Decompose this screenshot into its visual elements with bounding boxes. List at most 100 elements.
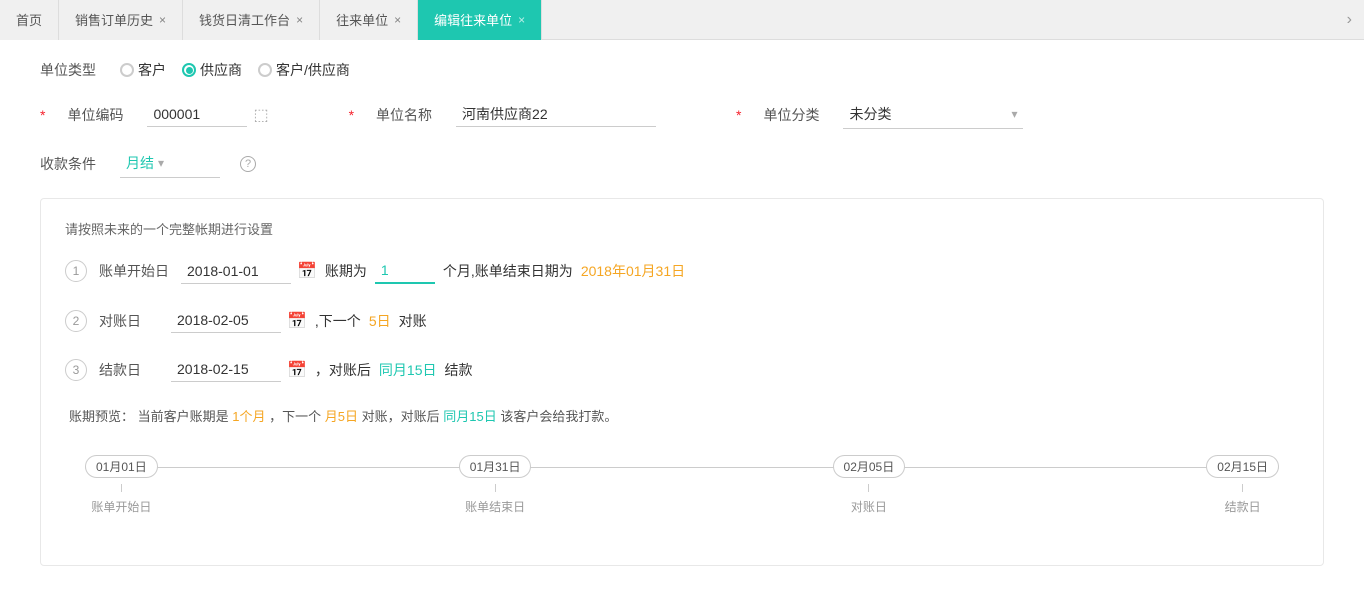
main-content: 单位类型 客户 供应商 客户/供应商 * 单位编码 ⬚ * 单位名称 — [0, 40, 1364, 608]
timeline-point-2: 02月05日 对账日 — [833, 455, 906, 515]
tab-sales-history-label: 销售订单历史 — [75, 10, 153, 29]
unit-cat-value: 未分类 — [849, 104, 891, 124]
step-1-date-wrapper: 📅 — [181, 259, 317, 284]
timeline-tick-3 — [1242, 484, 1243, 492]
step-1-date-input[interactable] — [181, 259, 291, 284]
radio-both-circle — [258, 63, 272, 77]
tab-cash-work-label: 钱货日清工作台 — [199, 10, 290, 29]
unit-name-wrapper — [456, 102, 656, 127]
tab-partner-label: 往来单位 — [336, 10, 388, 29]
preview-text-1: 当前客户账期是 — [138, 409, 229, 424]
step-3-content: 📅 ，对账后 同月15日 结款 — [171, 357, 473, 382]
step-3-calendar-icon[interactable]: 📅 — [287, 360, 307, 380]
timeline-tick-2 — [868, 484, 869, 492]
radio-customer-label: 客户 — [138, 60, 166, 80]
unit-name-input[interactable] — [456, 102, 656, 127]
unit-cat-star: * — [736, 107, 741, 123]
step-2-row: 2 对账日 📅 ,下一个 5日 对账 — [65, 308, 1299, 333]
unit-code-star: * — [40, 107, 45, 123]
radio-supplier-label: 供应商 — [200, 60, 242, 80]
account-period-section: 请按照未来的一个完整帐期进行设置 1 账单开始日 📅 账期为 个月,账单结束日期… — [40, 198, 1324, 566]
tab-cash-work[interactable]: 钱货日清工作台 × — [183, 0, 320, 40]
timeline-desc-1: 账单结束日 — [465, 498, 525, 515]
payment-terms-row: 收款条件 月结 ▾ ? — [40, 149, 1324, 178]
radio-supplier[interactable]: 供应商 — [182, 60, 242, 80]
unit-cat-arrow: ▾ — [1011, 107, 1017, 121]
tab-sales-history[interactable]: 销售订单历史 × — [59, 0, 183, 40]
payment-help-icon[interactable]: ? — [240, 156, 256, 172]
timeline-label-3: 02月15日 — [1206, 455, 1279, 478]
tab-partner-close[interactable]: × — [394, 13, 401, 27]
unit-code-wrapper: ⬚ — [147, 102, 268, 127]
radio-customer-circle — [120, 63, 134, 77]
timeline-area: 01月01日 账单开始日 01月31日 账单结束日 02月05日 对账日 02月… — [65, 445, 1299, 545]
step-2-number: 2 — [65, 310, 87, 332]
preview-highlight-3: 同月15日 — [443, 409, 496, 424]
step-3-highlight: 同月15日 — [379, 360, 437, 380]
step-2-date-input[interactable] — [171, 308, 281, 333]
step-2-content: 📅 ,下一个 5日 对账 — [171, 308, 427, 333]
step-3-label: 结款日 — [99, 360, 159, 380]
step-3-number: 3 — [65, 359, 87, 381]
unit-name-label: 单位名称 — [376, 105, 436, 125]
step-2-date-wrapper: 📅 — [171, 308, 307, 333]
step-1-number: 1 — [65, 260, 87, 282]
unit-name-star: * — [349, 107, 354, 123]
step-1-suffix-before: 账期为 — [325, 261, 367, 281]
radio-group: 客户 供应商 客户/供应商 — [120, 60, 350, 80]
step-1-highlight-date: 2018年01月31日 — [581, 261, 685, 281]
timeline-label-0: 01月01日 — [85, 455, 158, 478]
tab-edit-partner-close[interactable]: × — [518, 13, 525, 27]
radio-customer[interactable]: 客户 — [120, 60, 166, 80]
tab-edit-partner[interactable]: 编辑往来单位 × — [418, 0, 542, 40]
timeline-point-1: 01月31日 账单结束日 — [459, 455, 532, 515]
preview-text-4: 该客户会给我打款。 — [500, 409, 617, 424]
timeline-tick-0 — [121, 484, 122, 492]
timeline-label-2: 02月05日 — [833, 455, 906, 478]
step-2-suffix-after: 对账 — [399, 311, 427, 331]
unit-code-input[interactable] — [147, 102, 247, 127]
step-2-calendar-icon[interactable]: 📅 — [287, 311, 307, 331]
preview-label: 账期预览： — [69, 409, 134, 424]
timeline-tick-1 — [495, 484, 496, 492]
unit-cat-select[interactable]: 未分类 ▾ — [843, 100, 1023, 129]
timeline-points: 01月01日 账单开始日 01月31日 账单结束日 02月05日 对账日 02月… — [85, 455, 1279, 515]
step-1-row: 1 账单开始日 📅 账期为 个月,账单结束日期为 2018年01月31日 — [65, 258, 1299, 284]
tab-home-label: 首页 — [16, 10, 42, 29]
unit-cat-label: 单位分类 — [763, 105, 823, 125]
period-input[interactable] — [375, 258, 435, 284]
tab-sales-history-close[interactable]: × — [159, 13, 166, 27]
timeline-desc-3: 结款日 — [1225, 498, 1261, 515]
preview-text-3: 对账，对账后 — [362, 409, 440, 424]
payment-terms-value: 月结 — [126, 153, 154, 173]
step-3-date-wrapper: 📅 — [171, 357, 307, 382]
tab-cash-work-close[interactable]: × — [296, 13, 303, 27]
tab-home[interactable]: 首页 — [0, 0, 59, 40]
unit-type-row: 单位类型 客户 供应商 客户/供应商 — [40, 60, 1324, 80]
tabs-arrow[interactable]: › — [1335, 11, 1364, 29]
radio-both[interactable]: 客户/供应商 — [258, 60, 350, 80]
tabs-bar: 首页 销售订单历史 × 钱货日清工作台 × 往来单位 × 编辑往来单位 × › — [0, 0, 1364, 40]
preview-highlight-2: 月5日 — [325, 409, 358, 424]
step-3-suffix-before: ，对账后 — [315, 360, 371, 380]
preview-text: 账期预览： 当前客户账期是 1个月 ，下一个 月5日 对账，对账后 同月15日 … — [65, 406, 1299, 425]
step-2-suffix-before: ,下一个 — [315, 311, 361, 331]
unit-code-copy-icon[interactable]: ⬚ — [253, 105, 268, 125]
section-title: 请按照未来的一个完整帐期进行设置 — [65, 219, 1299, 238]
radio-both-label: 客户/供应商 — [276, 60, 350, 80]
preview-text-2: ，下一个 — [269, 409, 321, 424]
step-3-row: 3 结款日 📅 ，对账后 同月15日 结款 — [65, 357, 1299, 382]
step-1-label: 账单开始日 — [99, 261, 169, 281]
tab-partner[interactable]: 往来单位 × — [320, 0, 418, 40]
step-2-highlight: 5日 — [369, 311, 391, 331]
timeline-label-1: 01月31日 — [459, 455, 532, 478]
preview-highlight-1: 1个月 — [232, 409, 265, 424]
unit-type-label: 单位类型 — [40, 60, 100, 80]
payment-terms-chevron: ▾ — [158, 156, 164, 170]
step-1-suffix-after: 个月,账单结束日期为 — [443, 261, 573, 281]
step-3-date-input[interactable] — [171, 357, 281, 382]
timeline-point-3: 02月15日 结款日 — [1206, 455, 1279, 515]
step-1-calendar-icon[interactable]: 📅 — [297, 261, 317, 281]
timeline-desc-2: 对账日 — [851, 498, 887, 515]
payment-terms-dropdown[interactable]: 月结 ▾ — [120, 149, 220, 178]
